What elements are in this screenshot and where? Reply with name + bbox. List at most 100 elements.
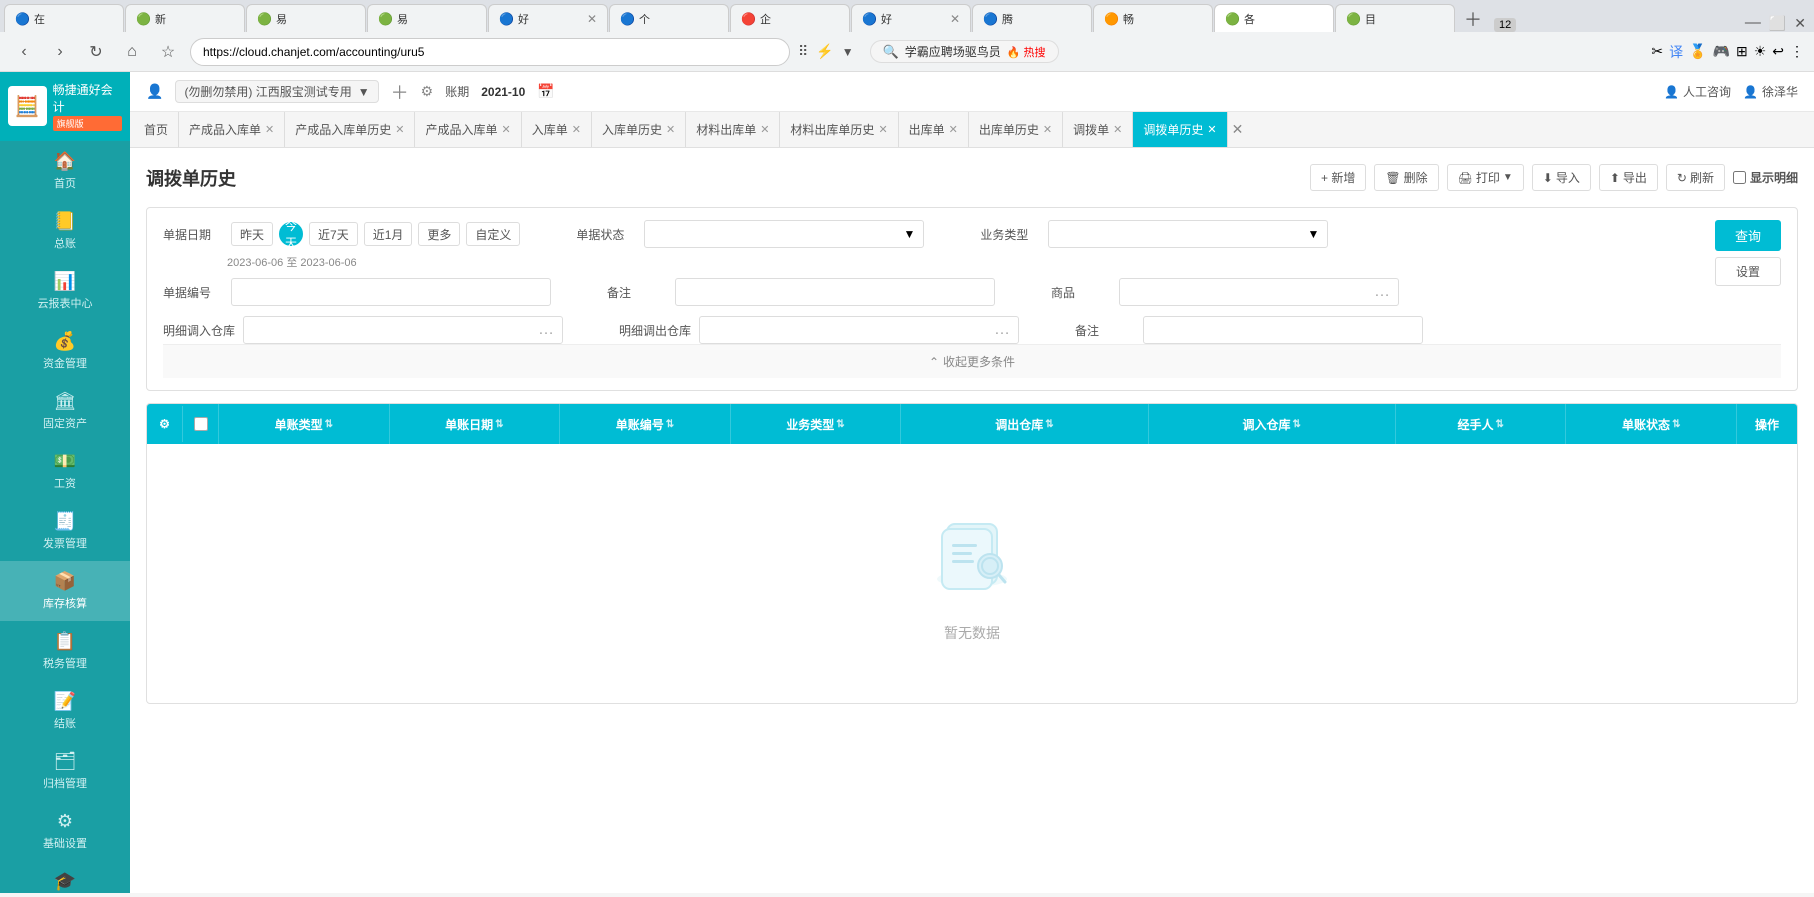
th-checkbox[interactable] <box>183 404 219 444</box>
sidebar-item-guide[interactable]: 🎓 新手引导 <box>0 861 130 893</box>
maximize-btn[interactable]: ⬜ <box>1769 15 1786 32</box>
sidebar-item-tax[interactable]: 📋 税务管理 <box>0 621 130 681</box>
biz-type-select[interactable]: ▼ <box>1048 220 1328 248</box>
in-history-close[interactable]: ✕ <box>666 123 675 136</box>
goods-ellipsis[interactable]: … <box>1374 283 1390 301</box>
browser-tab-11[interactable]: 🟢 各 <box>1214 4 1334 32</box>
query-button[interactable]: 查询 <box>1715 220 1781 251</box>
import-button[interactable]: ⬇ 导入 <box>1532 164 1591 191</box>
page-tab-product-in[interactable]: 产成品入库单 ✕ <box>179 112 285 147</box>
out-history-close[interactable]: ✕ <box>1043 123 1052 136</box>
material-out-history-close[interactable]: ✕ <box>878 123 887 136</box>
th-doc-no[interactable]: 单账编号 ⇅ <box>560 404 731 444</box>
browser-tab-5[interactable]: 🔵 好 ✕ <box>488 4 608 32</box>
remark2-input[interactable] <box>1143 316 1423 344</box>
page-tab-product-in2[interactable]: 产成品入库单 ✕ <box>415 112 521 147</box>
product-in2-close[interactable]: ✕ <box>502 123 511 136</box>
bookmark-button[interactable]: ☆ <box>154 38 182 66</box>
user-info[interactable]: 👤 徐泽华 <box>1743 83 1798 100</box>
product-in-history-close[interactable]: ✕ <box>395 123 404 136</box>
sidebar-item-archive[interactable]: 🗂 归档管理 <box>0 741 130 801</box>
page-tab-product-in-history[interactable]: 产成品入库单历史 ✕ <box>285 112 415 147</box>
sidebar-item-settlement[interactable]: 📝 结账 <box>0 681 130 741</box>
goods-select[interactable]: … <box>1119 278 1399 306</box>
tabs-close-all[interactable]: ✕ <box>1232 121 1244 138</box>
page-tab-in-history[interactable]: 入库单历史 ✕ <box>592 112 686 147</box>
home-button[interactable]: ⌂ <box>118 38 146 66</box>
page-tab-in-order[interactable]: 入库单 ✕ <box>522 112 592 147</box>
transfer-history-close[interactable]: ✕ <box>1207 123 1216 136</box>
material-out-close[interactable]: ✕ <box>760 123 769 136</box>
support-button[interactable]: 👤 人工咨询 <box>1664 83 1731 100</box>
export-button[interactable]: ⬆ 导出 <box>1599 164 1658 191</box>
browser-tab-2[interactable]: 🟢 新 <box>125 4 245 32</box>
th-settings[interactable]: ⚙ <box>147 406 183 442</box>
page-tab-material-out-history[interactable]: 材料出库单历史 ✕ <box>780 112 898 147</box>
minimize-btn[interactable]: — <box>1745 14 1761 32</box>
transfer-close[interactable]: ✕ <box>1113 123 1122 136</box>
browser-tab-3[interactable]: 🟢 易 <box>246 4 366 32</box>
company-selector[interactable]: (勿删勿禁用) 江西服宝测试专用 ▼ <box>175 80 378 103</box>
filter-settings-button[interactable]: 设置 <box>1715 257 1781 286</box>
th-doc-status[interactable]: 单账状态 ⇅ <box>1566 404 1737 444</box>
dropdown-icon[interactable]: ▼ <box>842 45 854 59</box>
tab-close-5[interactable]: ✕ <box>587 12 597 26</box>
page-tab-out-order[interactable]: 出库单 ✕ <box>899 112 969 147</box>
remark-input[interactable] <box>675 278 995 306</box>
week-btn[interactable]: 近7天 <box>309 222 358 246</box>
browser-tab-6[interactable]: 🔵 个 <box>609 4 729 32</box>
display-toggle-checkbox[interactable] <box>1733 171 1746 184</box>
th-biz-type[interactable]: 业务类型 ⇅ <box>731 404 902 444</box>
sidebar-item-report[interactable]: 📊 云报表中心 <box>0 261 130 321</box>
refresh-button[interactable]: ↻ <box>82 38 110 66</box>
product-in-close[interactable]: ✕ <box>265 123 274 136</box>
sidebar-item-home[interactable]: 🏠 首页 <box>0 141 130 201</box>
more-btn[interactable]: 更多 <box>418 222 460 246</box>
page-tab-out-history[interactable]: 出库单历史 ✕ <box>969 112 1063 147</box>
tab-close-8[interactable]: ✕ <box>950 12 960 26</box>
th-person[interactable]: 经手人 ⇅ <box>1396 404 1567 444</box>
th-out-warehouse[interactable]: 调出仓库 ⇅ <box>901 404 1148 444</box>
th-doc-date[interactable]: 单账日期 ⇅ <box>390 404 561 444</box>
settings-gear-icon[interactable]: ⚙ <box>421 83 434 100</box>
sidebar-item-wages[interactable]: 💵 工资 <box>0 441 130 501</box>
page-tab-home[interactable]: 首页 <box>134 112 179 147</box>
close-btn[interactable]: ✕ <box>1794 15 1806 32</box>
sidebar-item-ledger[interactable]: 📒 总账 <box>0 201 130 261</box>
new-button[interactable]: + 新增 <box>1310 164 1366 191</box>
warehouse-in-select[interactable]: … <box>243 316 563 344</box>
warehouse-out-ellipsis[interactable]: … <box>994 321 1010 339</box>
browser-tab-9[interactable]: 🔵 腾 <box>972 4 1092 32</box>
today-btn[interactable]: 今天 <box>279 222 303 246</box>
browser-tab-8[interactable]: 🔵 好 ✕ <box>851 4 971 32</box>
warehouse-in-ellipsis[interactable]: … <box>538 321 554 339</box>
page-tab-transfer[interactable]: 调拨单 ✕ <box>1063 112 1133 147</box>
out-order-close[interactable]: ✕ <box>949 123 958 136</box>
sidebar-item-inventory[interactable]: 📦 库存核算 <box>0 561 130 621</box>
menu-icon[interactable]: ⋮ <box>1790 43 1804 60</box>
select-all-checkbox[interactable] <box>194 417 208 431</box>
refresh-button[interactable]: ↻ 刷新 <box>1666 164 1725 191</box>
warehouse-out-select[interactable]: … <box>699 316 1019 344</box>
browser-tab-4[interactable]: 🟢 易 <box>367 4 487 32</box>
new-tab-button[interactable]: ＋ <box>1456 6 1490 32</box>
doc-no-input[interactable] <box>231 278 551 306</box>
sidebar-item-invoice[interactable]: 🧾 发票管理 <box>0 501 130 561</box>
forward-button[interactable]: › <box>46 38 74 66</box>
custom-btn[interactable]: 自定义 <box>466 222 520 246</box>
in-order-close[interactable]: ✕ <box>572 123 581 136</box>
sidebar-item-assets[interactable]: 🏛 固定资产 <box>0 381 130 441</box>
month-btn[interactable]: 近1月 <box>364 222 413 246</box>
collapse-button[interactable]: ⌃ 收起更多条件 <box>163 344 1781 378</box>
browser-tab-12[interactable]: 🟢 目 <box>1335 4 1455 32</box>
th-doc-type[interactable]: 单账类型 ⇅ <box>219 404 390 444</box>
status-select[interactable]: ▼ <box>644 220 924 248</box>
print-button[interactable]: 🖨 打印 ▼ <box>1447 164 1524 191</box>
page-tab-transfer-history[interactable]: 调拨单历史 ✕ <box>1133 112 1227 147</box>
sidebar-item-finance[interactable]: 💰 资金管理 <box>0 321 130 381</box>
delete-button[interactable]: 🗑 删除 <box>1374 164 1438 191</box>
browser-tab-7[interactable]: 🔴 企 <box>730 4 850 32</box>
calendar-icon[interactable]: 📅 <box>537 83 554 100</box>
address-input[interactable] <box>190 38 790 66</box>
browser-tab-10[interactable]: 🟠 畅 <box>1093 4 1213 32</box>
